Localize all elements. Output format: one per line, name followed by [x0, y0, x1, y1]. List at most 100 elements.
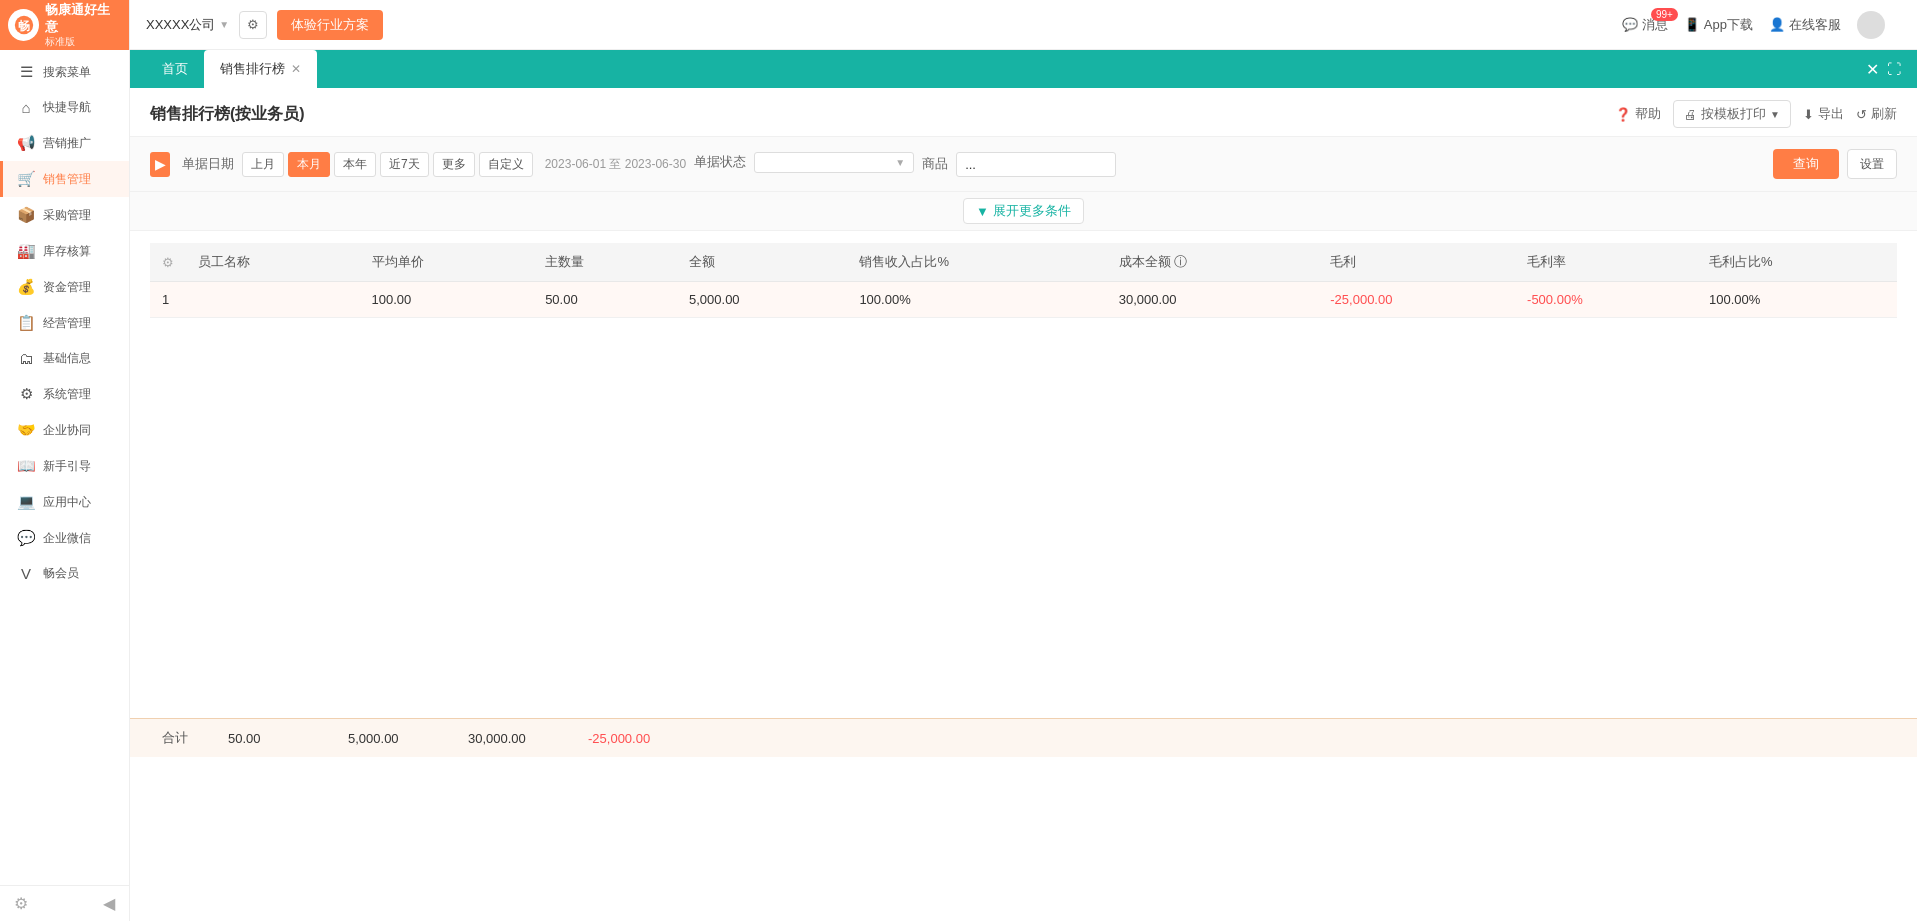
expand-label: 展开更多条件	[993, 202, 1071, 220]
sidebar-icon: V	[17, 565, 35, 582]
sidebar-item-搜索菜单[interactable]: ☰搜索菜单	[0, 54, 129, 90]
tab-sales-ranking[interactable]: 销售排行榜 ✕	[204, 50, 317, 88]
footer-cost: 30,000.00	[468, 731, 548, 746]
gear-icon: ⚙	[247, 17, 259, 32]
date-btn-custom[interactable]: 自定义	[479, 152, 533, 177]
tab-bar: 首页 销售排行榜 ✕ ✕ ⛶	[130, 50, 1917, 88]
table-row[interactable]: 1 100.00 50.00 5,000.00 100.00% 30,000.0…	[150, 282, 1897, 318]
footer-qty: 50.00	[228, 731, 308, 746]
cell-qty: 50.00	[533, 282, 677, 318]
print-dropdown-icon: ▼	[1770, 109, 1780, 120]
tab-close-window-icon[interactable]: ✕	[1866, 60, 1879, 79]
expand-conditions-button[interactable]: ▼ 展开更多条件	[963, 198, 1084, 224]
sidebar-item-新手引导[interactable]: 📖新手引导	[0, 448, 129, 484]
cell-avg-price: 100.00	[360, 282, 534, 318]
message-badge: 99+	[1651, 8, 1678, 21]
main-area: XXXXX公司 ▼ ⚙ 体验行业方案 💬 消息 99+ 📱 App下载 👤 在线…	[130, 0, 1917, 921]
sidebar-logo: 畅 畅康通好生意 标准版	[0, 0, 129, 50]
col-sales-ratio: 销售收入占比%	[847, 243, 1106, 282]
avatar[interactable]	[1857, 11, 1885, 39]
sidebar-bottom: ⚙ ◀	[0, 885, 129, 921]
sidebar-item-企业微信[interactable]: 💬企业微信	[0, 520, 129, 556]
date-btn-this-month[interactable]: 本月	[288, 152, 330, 177]
col-avg-price: 平均单价	[360, 243, 534, 282]
date-btn-this-year[interactable]: 本年	[334, 152, 376, 177]
sidebar-settings-icon[interactable]: ⚙	[14, 894, 28, 913]
sidebar-icon: 🏭	[17, 242, 35, 260]
goods-filter-group: 商品	[922, 152, 1116, 177]
date-btn-more[interactable]: 更多	[433, 152, 475, 177]
filter-settings-button[interactable]: 设置	[1847, 149, 1897, 179]
sidebar-item-企业协同[interactable]: 🤝企业协同	[0, 412, 129, 448]
print-icon: 🖨	[1684, 107, 1697, 122]
service-label: 在线客服	[1789, 16, 1841, 34]
sidebar-icon: 📦	[17, 206, 35, 224]
col-amount: 全额	[677, 243, 847, 282]
cell-rank: 1	[150, 282, 186, 318]
experience-button[interactable]: 体验行业方案	[277, 10, 383, 40]
svg-text:畅: 畅	[18, 19, 30, 33]
table-container: ⚙ 员工名称 平均单价 主数量 全额 销售收入占比% 成本全额 ⓘ 毛利 毛利率…	[130, 243, 1917, 318]
company-selector[interactable]: XXXXX公司 ▼	[146, 16, 229, 34]
refresh-button[interactable]: ↺ 刷新	[1856, 105, 1897, 123]
col-cost: 成本全额 ⓘ	[1107, 243, 1319, 282]
table-footer: 合计 50.00 5,000.00 30,000.00 -25,000.00	[130, 718, 1917, 757]
tab-home[interactable]: 首页	[146, 50, 204, 88]
sidebar: 畅 畅康通好生意 标准版 ☰搜索菜单⌂快捷导航📢营销推广🛒销售管理📦采购管理🏭库…	[0, 0, 130, 921]
sidebar-item-销售管理[interactable]: 🛒销售管理	[0, 161, 129, 197]
table-header-row: ⚙ 员工名称 平均单价 主数量 全额 销售收入占比% 成本全额 ⓘ 毛利 毛利率…	[150, 243, 1897, 282]
sidebar-collapse-icon[interactable]: ◀	[103, 894, 115, 913]
sidebar-item-畅会员[interactable]: V畅会员	[0, 556, 129, 591]
sidebar-icon: 🛒	[17, 170, 35, 188]
refresh-icon: ↺	[1856, 107, 1867, 122]
date-filter-group: 单据日期 上月 本月 本年 近7天 更多 自定义 2023-06-01 至 20…	[182, 152, 686, 177]
sidebar-item-采购管理[interactable]: 📦采购管理	[0, 197, 129, 233]
print-button[interactable]: 🖨 按模板打印 ▼	[1673, 100, 1791, 128]
sidebar-icon: 🗂	[17, 350, 35, 367]
company-name: XXXXX公司	[146, 16, 215, 34]
col-settings[interactable]: ⚙	[150, 243, 186, 282]
sidebar-item-系统管理[interactable]: ⚙系统管理	[0, 376, 129, 412]
online-service-button[interactable]: 👤 在线客服	[1769, 16, 1841, 34]
sidebar-icon: ⚙	[17, 385, 35, 403]
date-buttons: 上月 本月 本年 近7天 更多 自定义	[242, 152, 533, 177]
message-button[interactable]: 💬 消息 99+	[1622, 16, 1668, 34]
sidebar-item-基础信息[interactable]: 🗂基础信息	[0, 341, 129, 376]
date-btn-last-month[interactable]: 上月	[242, 152, 284, 177]
sidebar-item-经营管理[interactable]: 📋经营管理	[0, 305, 129, 341]
date-filter-label: 单据日期	[182, 155, 234, 173]
status-filter-group: 单据状态 ▼	[694, 152, 914, 173]
sidebar-item-资金管理[interactable]: 💰资金管理	[0, 269, 129, 305]
help-button[interactable]: ❓ 帮助	[1615, 105, 1661, 123]
sidebar-item-库存核算[interactable]: 🏭库存核算	[0, 233, 129, 269]
col-profit-ratio: 毛利占比%	[1697, 243, 1897, 282]
filter-bar: ▶ 单据日期 上月 本月 本年 近7天 更多 自定义 2023-06-01 至 …	[130, 137, 1917, 192]
page-actions: ❓ 帮助 🖨 按模板打印 ▼ ⬇ 导出 ↺ 刷新	[1615, 100, 1897, 128]
sidebar-item-营销推广[interactable]: 📢营销推广	[0, 125, 129, 161]
date-btn-7days[interactable]: 近7天	[380, 152, 429, 177]
goods-input[interactable]	[956, 152, 1116, 177]
cell-profit-rate: -500.00%	[1515, 282, 1697, 318]
tab-sales-ranking-label: 销售排行榜	[220, 60, 285, 78]
page: 销售排行榜(按业务员) ❓ 帮助 🖨 按模板打印 ▼ ⬇ 导出	[130, 88, 1917, 921]
page-header: 销售排行榜(按业务员) ❓ 帮助 🖨 按模板打印 ▼ ⬇ 导出	[130, 88, 1917, 137]
app-download-button[interactable]: 📱 App下载	[1684, 16, 1753, 34]
sidebar-icon: 💻	[17, 493, 35, 511]
status-select[interactable]: ▼	[754, 152, 914, 173]
status-filter-label: 单据状态	[694, 153, 746, 171]
service-icon: 👤	[1769, 17, 1785, 32]
sidebar-item-快捷导航[interactable]: ⌂快捷导航	[0, 90, 129, 125]
footer-label: 合计	[162, 729, 188, 747]
table-spacer	[130, 318, 1917, 718]
sidebar-icon: ⌂	[17, 99, 35, 116]
topbar-settings-button[interactable]: ⚙	[239, 11, 267, 39]
col-profit-rate: 毛利率	[1515, 243, 1697, 282]
query-button[interactable]: 查询	[1773, 149, 1839, 179]
sidebar-item-应用中心[interactable]: 💻应用中心	[0, 484, 129, 520]
export-button[interactable]: ⬇ 导出	[1803, 105, 1844, 123]
sidebar-icon: 💬	[17, 529, 35, 547]
cell-profit-ratio: 100.00%	[1697, 282, 1897, 318]
tab-close-icon[interactable]: ✕	[291, 62, 301, 76]
tab-maximize-icon[interactable]: ⛶	[1887, 61, 1901, 77]
filter-collapse-button[interactable]: ▶	[150, 152, 170, 177]
